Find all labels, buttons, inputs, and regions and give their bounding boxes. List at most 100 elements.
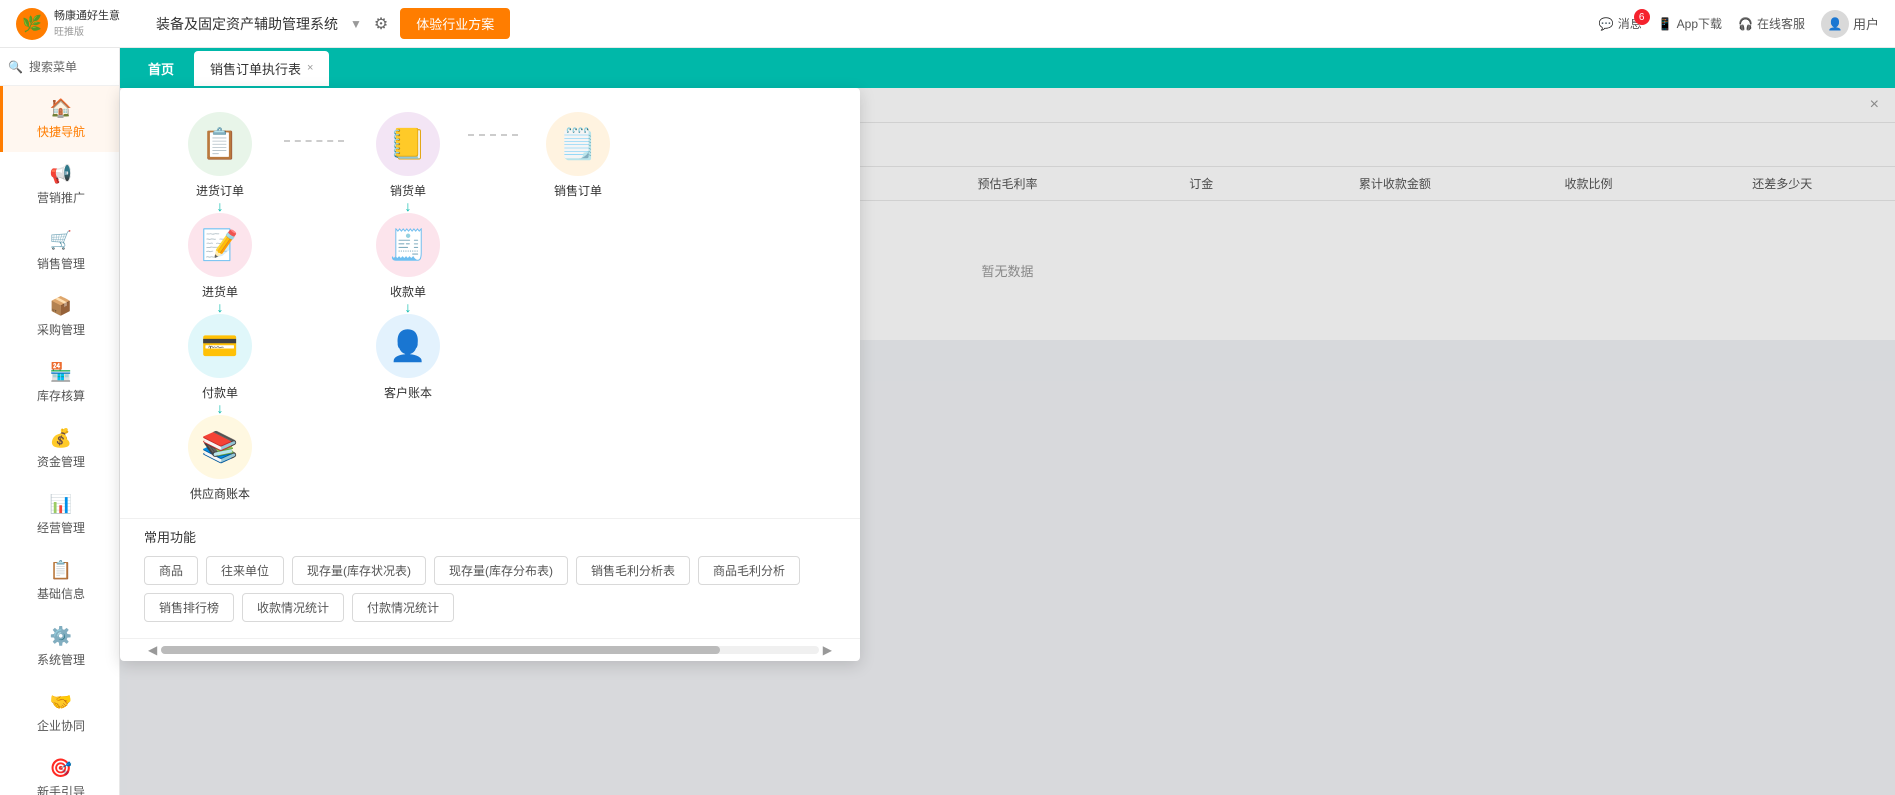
tab-close-icon[interactable]: × <box>307 62 313 74</box>
sidebar-item-operations[interactable]: 📊 经营管理 <box>0 482 119 548</box>
marketing-icon: 📢 <box>50 164 72 185</box>
btn-sales-analysis[interactable]: 销售毛利分析表 <box>576 556 690 585</box>
app-download-item[interactable]: 📱 App下载 <box>1658 15 1722 32</box>
right-flow: 📒 销货单 ↓ 🧾 收款单 <box>348 112 638 401</box>
arrow-down-3: ↓ <box>217 401 224 415</box>
btn-product-profit[interactable]: 商品毛利分析 <box>698 556 800 585</box>
basic-info-icon: 📋 <box>50 560 72 581</box>
modal-scrollbar: ◀ ▶ <box>120 638 860 661</box>
header-middle: 装备及固定资产辅助管理系统 ▼ ⚙ 体验行业方案 <box>136 8 1599 39</box>
btn-product[interactable]: 商品 <box>144 556 198 585</box>
main-layout: 🔍 搜索菜单 🏠 快捷导航 📢 营销推广 🛒 销售管理 📦 采购管理 🏪 库存核… <box>0 48 1895 795</box>
sales-order-side <box>468 112 518 136</box>
message-badge: 6 <box>1634 9 1650 25</box>
sidebar-item-inventory[interactable]: 🏪 库存核算 <box>0 350 119 416</box>
dashed-arrow-1 <box>284 140 344 142</box>
arrow-col-1 <box>280 112 348 142</box>
header-right: 💬 消息 6 📱 App下载 🎧 在线客服 👤 用户 <box>1599 10 1879 38</box>
online-service-item[interactable]: 🎧 在线客服 <box>1738 15 1805 32</box>
sidebar-item-purchase[interactable]: 📦 采购管理 <box>0 284 119 350</box>
payment-circle: 💳 <box>188 314 252 378</box>
user-item[interactable]: 👤 用户 <box>1821 10 1879 38</box>
left-flow: 📋 进货订单 ↓ 📝 进货单 ↓ <box>160 112 280 502</box>
operations-icon: 📊 <box>50 494 72 515</box>
common-section: 常用功能 商品 往来单位 现存量(库存状况表) 现存量(库存分布表) 销售毛利分… <box>120 518 860 638</box>
tab-sales-order[interactable]: 销售订单执行表 × <box>194 51 329 86</box>
scroll-track[interactable] <box>161 646 819 654</box>
inventory-icon: 🏪 <box>50 362 72 383</box>
customer-circle: 👤 <box>376 314 440 378</box>
scroll-thumb <box>161 646 720 654</box>
purchase-order-circle: 📋 <box>188 112 252 176</box>
sidebar-item-newbie[interactable]: 🎯 新手引导 <box>0 746 119 795</box>
scroll-left-icon[interactable]: ◀ <box>144 643 161 657</box>
btn-sales-rank[interactable]: 销售排行榜 <box>144 593 234 622</box>
service-icon: 🎧 <box>1738 17 1753 31</box>
trial-button[interactable]: 体验行业方案 <box>400 8 510 39</box>
customer-account-node[interactable]: 👤 客户账本 <box>348 314 468 401</box>
quick-nav-modal: 📋 进货订单 ↓ 📝 进货单 ↓ <box>120 88 860 661</box>
enterprise-icon: 🤝 <box>50 692 72 713</box>
sales-slip-circle: 📒 <box>376 112 440 176</box>
logo-area: 🌿 畅康通好生意 旺推版 <box>16 8 136 40</box>
sales-order-node[interactable]: 🗒️ 销售订单 <box>518 112 638 199</box>
sidebar-item-marketing[interactable]: 📢 营销推广 <box>0 152 119 218</box>
common-buttons: 商品 往来单位 现存量(库存状况表) 现存量(库存分布表) 销售毛利分析表 商品… <box>144 556 836 585</box>
logo-icon: 🌿 <box>16 8 48 40</box>
purchase-order-node[interactable]: 📋 进货订单 <box>160 112 280 199</box>
purchase-slip-node[interactable]: 📝 进货单 <box>160 213 280 300</box>
purchase-slip-circle: 📝 <box>188 213 252 277</box>
arrow-down-1: ↓ <box>217 199 224 213</box>
system-name: 装备及固定资产辅助管理系统 <box>156 14 338 34</box>
message-item[interactable]: 💬 消息 6 <box>1599 15 1642 32</box>
sidebar-item-quick-nav[interactable]: 🏠 快捷导航 <box>0 86 119 152</box>
search-icon: 🔍 <box>8 60 23 74</box>
common-buttons-row2: 销售排行榜 收款情况统计 付款情况统计 <box>144 593 836 622</box>
system-dropdown-icon[interactable]: ▼ <box>350 17 362 31</box>
logo-text: 畅康通好生意 旺推版 <box>54 9 120 38</box>
dashed-arrow-2 <box>468 134 518 136</box>
dashed-to-sales-order <box>468 134 518 136</box>
scroll-right-icon[interactable]: ▶ <box>819 643 836 657</box>
search-menu[interactable]: 🔍 搜索菜单 <box>0 48 119 86</box>
common-title: 常用功能 <box>144 527 836 546</box>
arrow-down-4: ↓ <box>405 199 412 213</box>
supplier-account-node[interactable]: 📚 供应商账本 <box>160 415 280 502</box>
top-header: 🌿 畅康通好生意 旺推版 装备及固定资产辅助管理系统 ▼ ⚙ 体验行业方案 💬 … <box>0 0 1895 48</box>
sales-slip-col: 📒 销货单 ↓ 🧾 收款单 <box>348 112 468 401</box>
arrow-down-5: ↓ <box>405 300 412 314</box>
sidebar-item-finance[interactable]: 💰 资金管理 <box>0 416 119 482</box>
receipt-node[interactable]: 🧾 收款单 <box>348 213 468 300</box>
system-icon: ⚙️ <box>50 626 72 647</box>
sidebar-item-enterprise[interactable]: 🤝 企业协同 <box>0 680 119 746</box>
flow-section: 📋 进货订单 ↓ 📝 进货单 ↓ <box>120 88 860 518</box>
content-area: 首页 销售订单执行表 × ❓ 帮助 🖨 按模板打印 ▼ ↗ 导出 <box>120 48 1895 795</box>
message-icon: 💬 <box>1599 17 1614 31</box>
sales-order-circle: 🗒️ <box>546 112 610 176</box>
app-icon: 📱 <box>1658 17 1673 31</box>
sales-slip-node[interactable]: 📒 销货单 <box>348 112 468 199</box>
sales-icon: 🛒 <box>50 230 72 251</box>
settings-icon[interactable]: ⚙ <box>374 14 388 34</box>
tab-home[interactable]: 首页 <box>132 51 190 86</box>
modal-overlay: 📋 进货订单 ↓ 📝 进货单 ↓ <box>120 88 1895 795</box>
btn-contacts[interactable]: 往来单位 <box>206 556 284 585</box>
btn-receipt-stats[interactable]: 收款情况统计 <box>242 593 344 622</box>
purchase-icon: 📦 <box>50 296 72 317</box>
sidebar-item-basic-info[interactable]: 📋 基础信息 <box>0 548 119 614</box>
home-icon: 🏠 <box>50 98 72 119</box>
payment-node[interactable]: 💳 付款单 <box>160 314 280 401</box>
tab-bar: 首页 销售订单执行表 × <box>120 48 1895 88</box>
sidebar-item-sales[interactable]: 🛒 销售管理 <box>0 218 119 284</box>
supplier-circle: 📚 <box>188 415 252 479</box>
sales-order-col: 🗒️ 销售订单 <box>518 112 638 199</box>
btn-payment-stats[interactable]: 付款情况统计 <box>352 593 454 622</box>
flow-diagram: 📋 进货订单 ↓ 📝 进货单 ↓ <box>160 112 820 502</box>
finance-icon: 💰 <box>50 428 72 449</box>
newbie-icon: 🎯 <box>50 758 72 779</box>
btn-inventory-dist[interactable]: 现存量(库存分布表) <box>434 556 568 585</box>
avatar: 👤 <box>1821 10 1849 38</box>
btn-inventory-status[interactable]: 现存量(库存状况表) <box>292 556 426 585</box>
sidebar-item-system[interactable]: ⚙️ 系统管理 <box>0 614 119 680</box>
sidebar: 🔍 搜索菜单 🏠 快捷导航 📢 营销推广 🛒 销售管理 📦 采购管理 🏪 库存核… <box>0 48 120 795</box>
